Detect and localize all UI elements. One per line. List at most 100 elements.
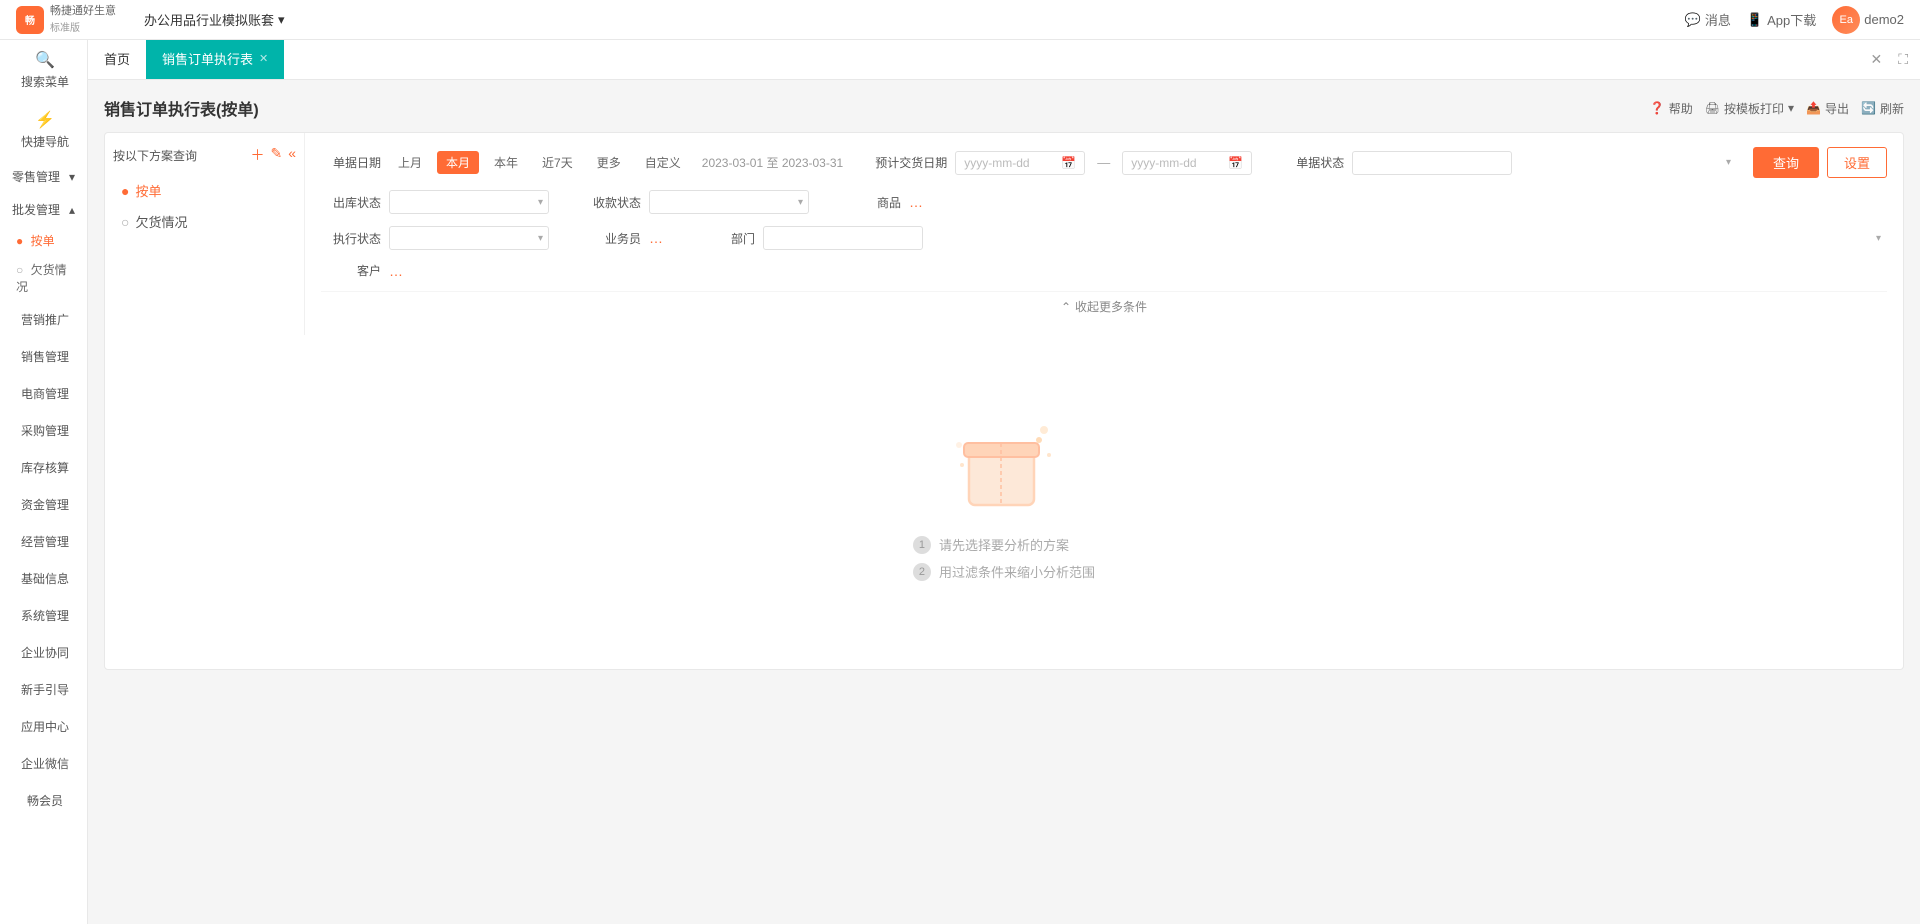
filter-row-4: 客户 … xyxy=(321,262,1887,279)
add-scheme-icon[interactable]: ＋ xyxy=(250,145,264,165)
date-btn-thisyear[interactable]: 本年 xyxy=(485,151,527,174)
sidebar-item-basic[interactable]: 基础信息 xyxy=(0,560,87,597)
collection-status-select[interactable]: ▾ xyxy=(649,190,809,214)
field-collection-status: 收款状态 ▾ xyxy=(581,190,809,214)
collapse-bar[interactable]: ⌃ 收起更多条件 xyxy=(321,291,1887,321)
template-print-button[interactable]: 🖨 按模板打印 ▾ xyxy=(1705,100,1794,117)
collapse-icon: ⌃ xyxy=(1061,300,1071,314)
message-button[interactable]: 💬 消息 xyxy=(1685,10,1731,29)
refresh-button[interactable]: 🔄 刷新 xyxy=(1861,100,1904,117)
single-status-input[interactable] xyxy=(1352,151,1512,175)
sidebar-item-system[interactable]: 系统管理 xyxy=(0,597,87,634)
collapse-label: 收起更多条件 xyxy=(1075,298,1147,315)
ship-status-select[interactable]: ▾ xyxy=(389,190,549,214)
sidebar-item-inventory[interactable]: 库存核算 xyxy=(0,449,87,486)
sidebar-item-purchase[interactable]: 采购管理 xyxy=(0,412,87,449)
filter-content: 单据日期 上月 本月 本年 近7天 更多 自定义 xyxy=(305,133,1903,335)
sidebar-item-sales[interactable]: 销售管理 xyxy=(0,338,87,375)
sidebar: 🔍 搜索菜单 ⚡ 快捷导航 零售管理 ▾ 批发管理 ▴ ● 按单 ○ 欠 xyxy=(0,40,88,924)
step1-num: 1 xyxy=(913,536,931,554)
date-btn-lastmonth[interactable]: 上月 xyxy=(389,151,431,174)
sidebar-item-finance[interactable]: 资金管理 xyxy=(0,486,87,523)
logo-area: 畅 畅捷通好生意 标准版 xyxy=(16,5,116,33)
sidebar-item-newbie[interactable]: 新手引导 xyxy=(0,671,87,708)
tab-maximize-button[interactable]: ⛶ xyxy=(1894,47,1912,72)
customer-more-icon[interactable]: … xyxy=(389,263,403,279)
user-menu[interactable]: Ea demo2 xyxy=(1832,6,1904,34)
expected-date-from[interactable]: yyyy-mm-dd 📅 xyxy=(955,151,1085,175)
filter-sidebar: 按以下方案查询 ＋ ✎ « ● 按单 ○ xyxy=(105,133,305,335)
field-exec-status: 执行状态 ▾ xyxy=(321,226,549,250)
sidebar-item-member[interactable]: 畅会员 xyxy=(0,782,87,819)
logo-sub: 标准版 xyxy=(50,19,116,34)
sidebar-item-wholesale[interactable]: 批发管理 ▴ xyxy=(0,193,87,226)
salesperson-more-icon[interactable]: … xyxy=(649,230,663,246)
collection-status-input[interactable] xyxy=(649,190,809,214)
query-button[interactable]: 查询 xyxy=(1753,147,1819,178)
date-btn-custom[interactable]: 自定义 xyxy=(636,151,690,174)
field-ship-status: 出库状态 ▾ xyxy=(321,190,549,214)
sidebar-item-quicknav[interactable]: ⚡ 快捷导航 xyxy=(0,100,87,160)
exec-status-input[interactable] xyxy=(389,226,549,250)
sidebar-item-enterprise[interactable]: 企业协同 xyxy=(0,634,87,671)
logo-text-block: 畅捷通好生意 标准版 xyxy=(50,5,116,33)
debt-icon: ○ xyxy=(16,263,23,277)
date-btn-7days[interactable]: 近7天 xyxy=(533,151,582,174)
help-button[interactable]: ❓ 帮助 xyxy=(1650,100,1693,117)
export-button[interactable]: 📤 导出 xyxy=(1806,100,1849,117)
field-customer: 客户 … xyxy=(321,262,403,279)
logo-icon: 畅 xyxy=(16,6,44,34)
field-goods: 商品 … xyxy=(841,194,1887,211)
setting-button[interactable]: 设置 xyxy=(1827,147,1887,178)
ship-status-input[interactable] xyxy=(389,190,549,214)
sidebar-item-wechat[interactable]: 企业微信 xyxy=(0,745,87,782)
tab-home[interactable]: 首页 xyxy=(88,40,146,79)
filter-option-order[interactable]: ● 按单 xyxy=(113,175,296,206)
exec-status-select[interactable]: ▾ xyxy=(389,226,549,250)
sidebar-item-marketing[interactable]: 营销推广 xyxy=(0,301,87,338)
empty-step-2: 2 用过滤条件来缩小分析范围 xyxy=(913,562,1095,581)
sidebar-item-retail[interactable]: 零售管理 ▾ xyxy=(0,160,87,193)
tab-minimize-button[interactable]: ✕ xyxy=(1866,47,1886,72)
calendar-icon2: 📅 xyxy=(1228,156,1243,170)
filter-sidebar-header: 按以下方案查询 ＋ ✎ « xyxy=(113,145,296,165)
step2-num: 2 xyxy=(913,563,931,581)
department-input[interactable] xyxy=(763,226,923,250)
app-download-button[interactable]: 📱 App下载 xyxy=(1747,10,1816,29)
message-icon: 💬 xyxy=(1685,12,1701,28)
main-layout: 🔍 搜索菜单 ⚡ 快捷导航 零售管理 ▾ 批发管理 ▴ ● 按单 ○ 欠 xyxy=(0,40,1920,924)
ship-status-label: 出库状态 xyxy=(321,194,381,211)
tab-bar-right: ✕ ⛶ xyxy=(1866,40,1920,79)
action-bar: 查询 设置 xyxy=(1753,147,1887,178)
date-separator: — xyxy=(1097,155,1110,170)
filter-option-debt[interactable]: ○ 欠货情况 xyxy=(113,206,296,237)
sidebar-subitem-order[interactable]: ● 按单 xyxy=(0,226,87,255)
tab-sales-order[interactable]: 销售订单执行表 ✕ xyxy=(146,40,284,79)
refresh-icon: 🔄 xyxy=(1861,101,1876,115)
edit-scheme-icon[interactable]: ✎ xyxy=(270,145,282,165)
date-btn-thismonth[interactable]: 本月 xyxy=(437,151,479,174)
sidebar-item-ecommerce[interactable]: 电商管理 xyxy=(0,375,87,412)
company-dropdown[interactable]: 办公用品行业模拟账套 ▾ xyxy=(144,10,285,29)
header-right: 💬 消息 📱 App下载 Ea demo2 xyxy=(1685,6,1904,34)
tab-close-icon[interactable]: ✕ xyxy=(259,52,268,65)
sidebar-item-search[interactable]: 🔍 搜索菜单 xyxy=(0,40,87,100)
sidebar-item-appstore[interactable]: 应用中心 xyxy=(0,708,87,745)
department-label: 部门 xyxy=(695,230,755,247)
single-date-label: 单据日期 xyxy=(321,154,381,171)
goods-more-icon[interactable]: … xyxy=(909,194,923,210)
sidebar-item-operation[interactable]: 经营管理 xyxy=(0,523,87,560)
main-panel: 按以下方案查询 ＋ ✎ « ● 按单 ○ xyxy=(104,132,1904,670)
department-select[interactable]: ▾ xyxy=(763,226,1887,250)
field-salesperson: 业务员 … xyxy=(581,230,663,247)
collapse-sidebar-icon[interactable]: « xyxy=(288,145,296,165)
chevron-up-icon: ▴ xyxy=(69,203,75,217)
single-status-select[interactable]: ▾ xyxy=(1352,151,1737,175)
order-option-icon: ● xyxy=(121,183,129,199)
sidebar-subitem-debt[interactable]: ○ 欠货情况 xyxy=(0,255,87,301)
download-icon: 📱 xyxy=(1747,12,1763,28)
field-single-status: 单据状态 ▾ xyxy=(1284,151,1737,175)
expected-date-to[interactable]: yyyy-mm-dd 📅 xyxy=(1122,151,1252,175)
quicknav-icon: ⚡ xyxy=(35,110,55,130)
date-btn-more[interactable]: 更多 xyxy=(588,151,630,174)
